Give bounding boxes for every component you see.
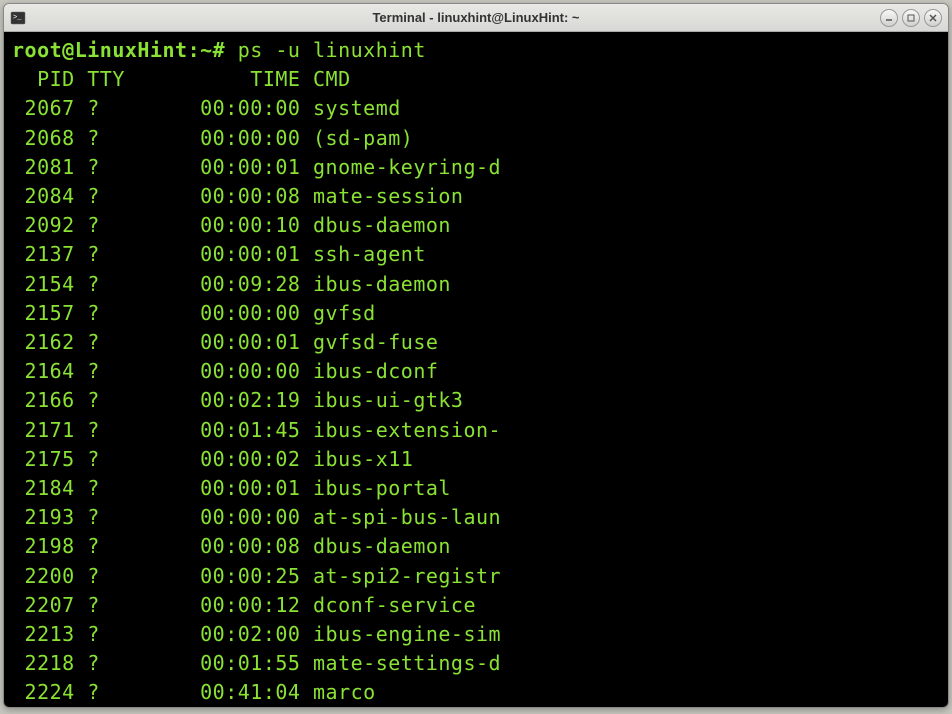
process-row: 2137 ? 00:00:01 ssh-agent [12,240,940,269]
process-row: 2213 ? 00:02:00 ibus-engine-sim [12,620,940,649]
prompt-line: root@LinuxHint:~# ps -u linuxhint [12,36,940,65]
process-row: 2218 ? 00:01:55 mate-settings-d [12,649,940,678]
terminal-window: >_ Terminal - linuxhint@LinuxHint: ~ roo… [3,3,949,708]
process-row: 2067 ? 00:00:00 systemd [12,94,940,123]
process-row: 2184 ? 00:00:01 ibus-portal [12,474,940,503]
process-row: 2224 ? 00:41:04 marco [12,678,940,707]
terminal-viewport[interactable]: root@LinuxHint:~# ps -u linuxhint PID TT… [4,32,948,707]
process-row: 2081 ? 00:00:01 gnome-keyring-d [12,153,940,182]
terminal-icon: >_ [10,10,26,26]
prompt-user-host: root@LinuxHint [12,38,188,62]
process-row: 2166 ? 00:02:19 ibus-ui-gtk3 [12,386,940,415]
process-row: 2157 ? 00:00:00 gvfsd [12,299,940,328]
process-row: 2068 ? 00:00:00 (sd-pam) [12,124,940,153]
maximize-button[interactable] [902,9,920,27]
process-row: 2175 ? 00:00:02 ibus-x11 [12,445,940,474]
prompt-separator: : [188,38,201,62]
window-title: Terminal - linuxhint@LinuxHint: ~ [4,10,948,25]
window-controls [880,9,942,27]
command-text: ps -u linuxhint [225,38,426,62]
process-row: 2154 ? 00:09:28 ibus-daemon [12,270,940,299]
process-row: 2162 ? 00:00:01 gvfsd-fuse [12,328,940,357]
ps-header-row: PID TTY TIME CMD [12,65,940,94]
process-row: 2084 ? 00:00:08 mate-session [12,182,940,211]
titlebar[interactable]: >_ Terminal - linuxhint@LinuxHint: ~ [4,4,948,32]
prompt-path: ~ [200,38,213,62]
prompt-symbol: # [213,38,226,62]
close-button[interactable] [924,9,942,27]
process-row: 2171 ? 00:01:45 ibus-extension- [12,416,940,445]
process-row: 2164 ? 00:00:00 ibus-dconf [12,357,940,386]
process-row: 2200 ? 00:00:25 at-spi2-registr [12,562,940,591]
process-row: 2092 ? 00:00:10 dbus-daemon [12,211,940,240]
process-row: 2193 ? 00:00:00 at-spi-bus-laun [12,503,940,532]
svg-text:>_: >_ [13,14,22,22]
process-row: 2198 ? 00:00:08 dbus-daemon [12,532,940,561]
minimize-button[interactable] [880,9,898,27]
process-row: 2207 ? 00:00:12 dconf-service [12,591,940,620]
